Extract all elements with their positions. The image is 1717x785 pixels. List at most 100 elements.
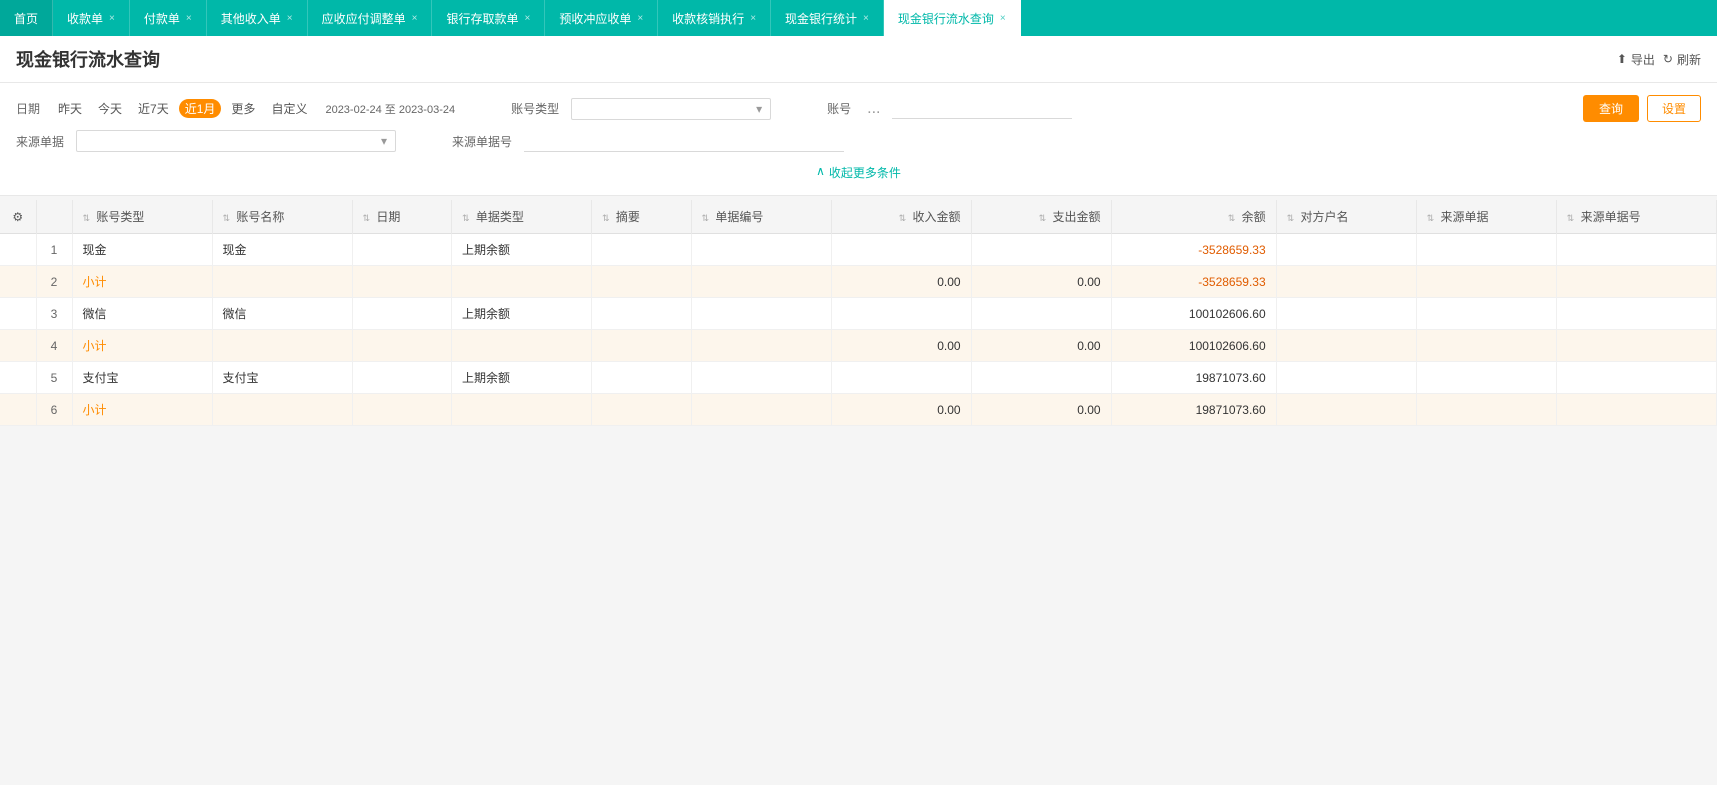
nav-tab-bank-deposit[interactable]: 银行存取款单 × (432, 0, 545, 36)
source-doc-cell (1416, 298, 1556, 330)
account-type-select[interactable]: ▾ (571, 98, 771, 120)
export-icon: ⬆ (1617, 52, 1627, 66)
close-icon[interactable]: × (287, 13, 293, 24)
nav-tab-receipt[interactable]: 收款单 × (53, 0, 130, 36)
subtotal-label: 小计 (83, 339, 107, 353)
shortcut-more[interactable]: 更多 (225, 99, 261, 118)
source-doc-select[interactable]: ▾ (76, 130, 396, 152)
nav-tab-payment[interactable]: 付款单 × (130, 0, 207, 36)
sort-icon: ⇅ (602, 213, 610, 223)
close-icon[interactable]: × (412, 13, 418, 24)
date-cell (352, 266, 451, 298)
source-doc-cell (1416, 266, 1556, 298)
counterparty-cell (1276, 234, 1416, 266)
doc-type-cell: 上期余额 (452, 362, 592, 394)
source-doc-no-cell (1556, 298, 1716, 330)
nav-tab-other-income[interactable]: 其他收入单 × (207, 0, 308, 36)
col-income[interactable]: ⇅ 收入金额 (831, 200, 971, 234)
row-num: 1 (36, 234, 72, 266)
doc-type-cell: 上期余额 (452, 234, 592, 266)
date-cell (352, 298, 451, 330)
summary-cell (592, 266, 691, 298)
shortcut-yesterday[interactable]: 昨天 (52, 99, 88, 118)
col-balance[interactable]: ⇅ 余额 (1111, 200, 1276, 234)
export-button[interactable]: ⬆ 导出 (1617, 51, 1655, 68)
close-icon[interactable]: × (109, 13, 115, 24)
col-date[interactable]: ⇅ 日期 (352, 200, 451, 234)
col-summary[interactable]: ⇅ 摘要 (592, 200, 691, 234)
col-account-name[interactable]: ⇅ 账号名称 (212, 200, 352, 234)
account-type-cell: 小计 (72, 394, 212, 426)
nav-tab-advance[interactable]: 预收冲应收单 × (545, 0, 658, 36)
nav-tab-other-income-label: 其他收入单 (221, 10, 281, 27)
row-settings (0, 362, 36, 394)
nav-tab-receipt-label: 收款单 (67, 10, 103, 27)
row-settings (0, 394, 36, 426)
nav-tab-writeoff[interactable]: 收款核销执行 × (658, 0, 771, 36)
col-source-doc-no[interactable]: ⇅ 来源单据号 (1556, 200, 1716, 234)
close-icon[interactable]: × (524, 13, 530, 24)
doc-no-cell (691, 266, 831, 298)
balance-cell: 100102606.60 (1111, 298, 1276, 330)
nav-tab-cash-stat[interactable]: 现金银行统计 × (771, 0, 884, 36)
expense-cell: 0.00 (971, 330, 1111, 362)
sort-icon: ⇅ (83, 213, 91, 223)
col-counterparty[interactable]: ⇅ 对方户名 (1276, 200, 1416, 234)
data-table: ⚙ ⇅ 账号类型 ⇅ 账号名称 ⇅ 日期 ⇅ 单据类型 (0, 200, 1717, 426)
account-type-group: 账号类型 ▾ (511, 98, 771, 120)
source-doc-no-cell (1556, 330, 1716, 362)
table-row[interactable]: 1 现金 现金 上期余额 -3528659.33 (0, 234, 1717, 266)
counterparty-cell (1276, 394, 1416, 426)
close-icon[interactable]: × (750, 13, 756, 24)
income-cell: 0.00 (831, 266, 971, 298)
table-row[interactable]: 6 小计 0.00 0.00 19871073.60 (0, 394, 1717, 426)
col-doc-type[interactable]: ⇅ 单据类型 (452, 200, 592, 234)
doc-type-cell (452, 394, 592, 426)
expense-cell: 0.00 (971, 266, 1111, 298)
income-cell (831, 234, 971, 266)
settings-button[interactable]: 设置 (1647, 95, 1701, 122)
table-row[interactable]: 2 小计 0.00 0.00 -3528659.33 (0, 266, 1717, 298)
account-name-cell: 现金 (212, 234, 352, 266)
sort-icon: ⇅ (363, 213, 371, 223)
page-title: 现金银行流水查询 (16, 46, 160, 72)
source-doc-no-input[interactable] (524, 131, 844, 152)
close-icon[interactable]: × (637, 13, 643, 24)
col-expense[interactable]: ⇅ 支出金额 (971, 200, 1111, 234)
filter-row-2: 来源单据 ▾ 来源单据号 (16, 130, 1701, 152)
close-icon[interactable]: × (863, 13, 869, 24)
expense-cell (971, 362, 1111, 394)
account-label: 账号 (827, 100, 851, 117)
col-doc-no[interactable]: ⇅ 单据编号 (691, 200, 831, 234)
col-settings[interactable]: ⚙ (0, 200, 36, 234)
col-account-type[interactable]: ⇅ 账号类型 (72, 200, 212, 234)
account-dots-button[interactable]: ... (863, 100, 884, 118)
header-actions: ⬆ 导出 ↻ 刷新 (1617, 51, 1701, 68)
col-source-doc[interactable]: ⇅ 来源单据 (1416, 200, 1556, 234)
shortcut-today[interactable]: 今天 (92, 99, 128, 118)
refresh-button[interactable]: ↻ 刷新 (1663, 51, 1701, 68)
nav-tab-ar-ap[interactable]: 应收应付调整单 × (308, 0, 433, 36)
shortcut-1month[interactable]: 近1月 (179, 99, 222, 118)
expense-cell: 0.00 (971, 394, 1111, 426)
query-button[interactable]: 查询 (1583, 95, 1639, 122)
account-type-cell: 小计 (72, 266, 212, 298)
table-row[interactable]: 5 支付宝 支付宝 上期余额 19871073.60 (0, 362, 1717, 394)
table-row[interactable]: 3 微信 微信 上期余额 100102606.60 (0, 298, 1717, 330)
table-row[interactable]: 4 小计 0.00 0.00 100102606.60 (0, 330, 1717, 362)
date-filter-group: 日期 昨天 今天 近7天 近1月 更多 自定义 2023-02-24 至 202… (16, 99, 455, 118)
gear-icon: ⚙ (12, 210, 23, 224)
sort-icon: ⇅ (899, 213, 907, 223)
nav-tab-home[interactable]: 首页 (0, 0, 53, 36)
row-num: 4 (36, 330, 72, 362)
shortcut-7days[interactable]: 近7天 (132, 99, 175, 118)
nav-tab-writeoff-label: 收款核销执行 (672, 10, 744, 27)
close-icon[interactable]: × (1000, 13, 1006, 24)
account-input[interactable] (892, 98, 1072, 119)
shortcut-custom[interactable]: 自定义 (265, 99, 313, 118)
nav-tab-cash-flow[interactable]: 现金银行流水查询 × (884, 0, 1021, 36)
close-icon[interactable]: × (186, 13, 192, 24)
filter-area: 日期 昨天 今天 近7天 近1月 更多 自定义 2023-02-24 至 202… (0, 83, 1717, 196)
sort-icon: ⇅ (1427, 213, 1435, 223)
collapse-bar[interactable]: ∧ 收起更多条件 (16, 160, 1701, 187)
